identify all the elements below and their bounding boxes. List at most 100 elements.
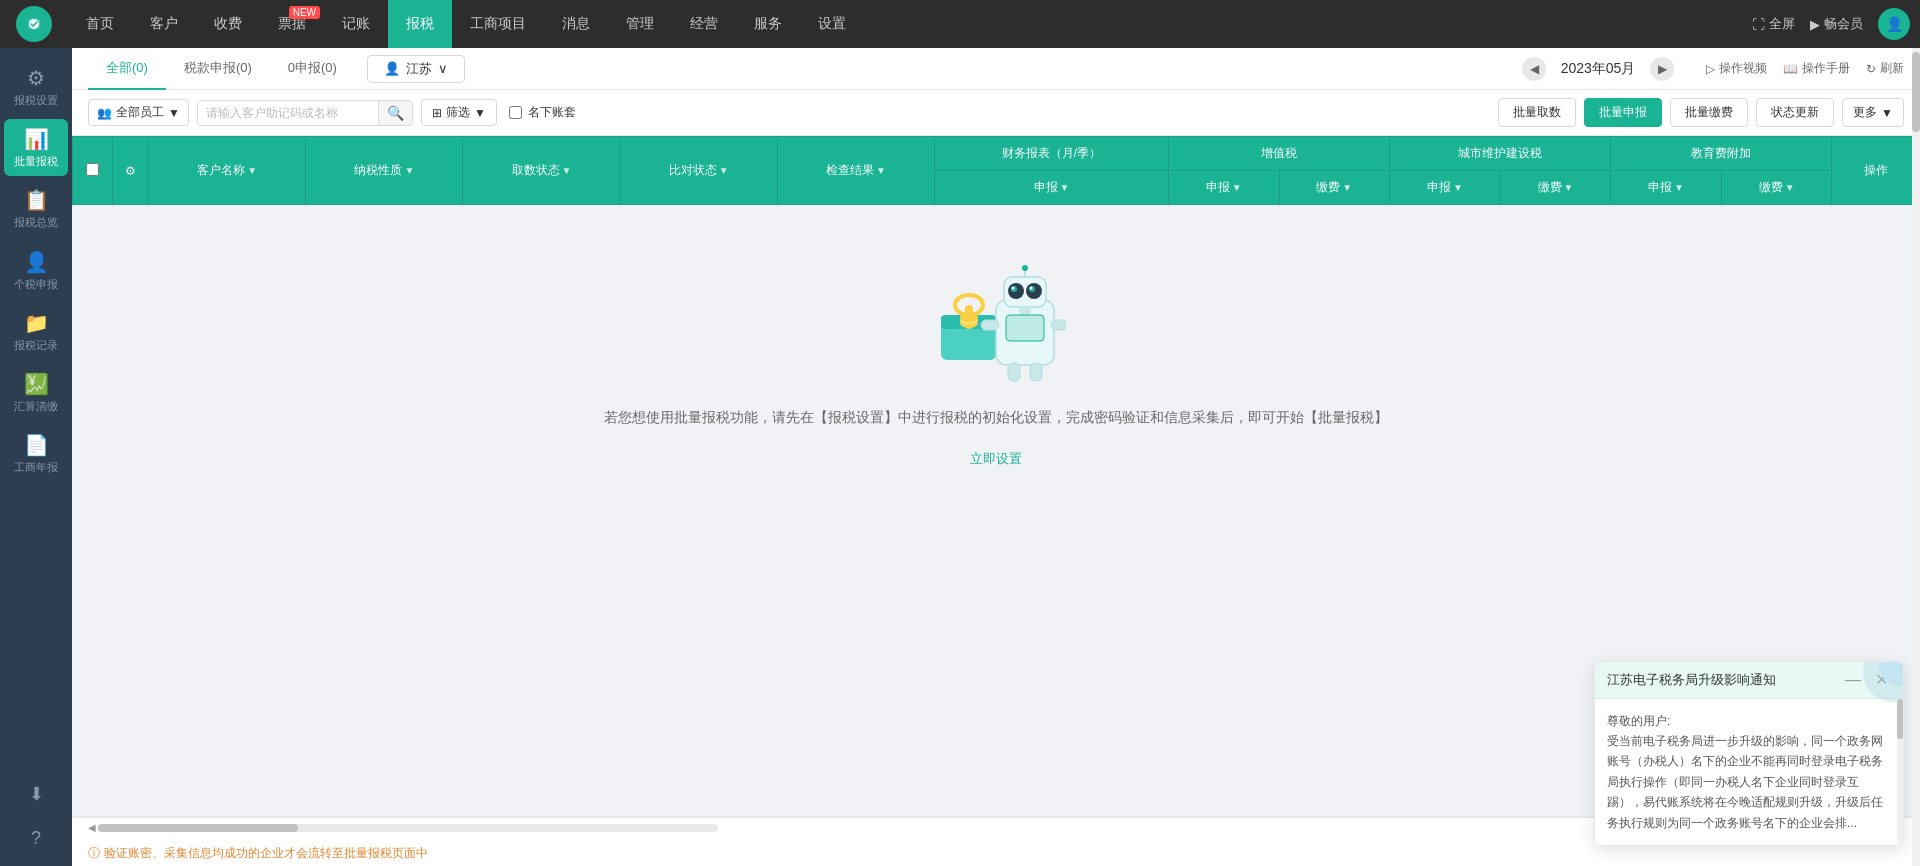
sidebar-label-tax-settings: 报税设置 [14, 94, 58, 107]
client-name-filter[interactable]: 客户名称 ▼ [197, 162, 257, 179]
th-edu-pay: 缴费 ▼ [1721, 171, 1832, 205]
fetch-status-filter[interactable]: 取数状态 ▼ [512, 162, 572, 179]
tax-type-filter[interactable]: 纳税性质 ▼ [354, 162, 414, 179]
sidebar-item-batch-tax[interactable]: 📊 批量报税 [4, 119, 68, 176]
h-scroll-thumb [98, 824, 298, 832]
th-tax-type: 纳税性质 ▼ [306, 137, 463, 205]
app-logo[interactable] [10, 0, 58, 48]
tab-tax-declare[interactable]: 税款申报(0) [166, 48, 270, 90]
notification-popup: 江苏电子税务局升级影响通知 — ✕ 尊敬的用户: 受当前电子税务局进一步升级的影… [1594, 661, 1904, 846]
th-vat-pay: 缴费 ▼ [1279, 171, 1390, 205]
sidebar-help-icon[interactable]: ? [18, 820, 54, 856]
robot-illustration [926, 265, 1066, 385]
filter-arrow-icon: ▼ [1785, 182, 1795, 193]
nav-operate[interactable]: 经营 [672, 0, 736, 48]
fullscreen-button[interactable]: ⛶ 全屏 [1752, 15, 1795, 33]
batch-declare-button[interactable]: 批量申报 [1584, 98, 1662, 127]
sidebar-item-settlement[interactable]: 💹 汇算清缴 [4, 364, 68, 421]
nav-accounting[interactable]: 记账 [324, 0, 388, 48]
svg-point-17 [1030, 287, 1033, 290]
prev-month-button[interactable]: ◀ [1522, 57, 1546, 81]
nav-home[interactable]: 首页 [68, 0, 132, 48]
vat-pay-filter[interactable]: 缴费 ▼ [1316, 179, 1352, 196]
operation-manual-link[interactable]: 📖 操作手册 [1783, 60, 1850, 77]
sidebar: ⚙ 报税设置 📊 批量报税 📋 报税总览 👤 个税申报 📁 报税记录 💹 汇算清… [0, 48, 72, 866]
user-avatar[interactable]: 👤 [1878, 8, 1910, 40]
sidebar-label-settlement: 汇算清缴 [14, 400, 58, 413]
filter-arrow-icon: ▼ [562, 165, 572, 176]
personal-tax-icon: 👤 [24, 250, 49, 274]
notif-scrollbar[interactable] [1897, 699, 1903, 845]
current-month: 2023年05月 [1558, 60, 1638, 78]
tax-settings-icon: ⚙ [27, 66, 45, 90]
page-scroll-thumb [1912, 52, 1920, 132]
account-set-checkbox-label[interactable]: 名下账套 [509, 104, 576, 121]
sidebar-bottom: ⬇ ? [18, 776, 54, 856]
refresh-button[interactable]: ↻ 刷新 [1866, 60, 1904, 77]
h-scroll-track[interactable] [98, 824, 718, 832]
nav-billing[interactable]: 收费 [196, 0, 260, 48]
search-button[interactable]: 🔍 [378, 101, 412, 125]
nav-right-actions: ⛶ 全屏 ▶ 畅会员 👤 [1752, 8, 1910, 40]
nav-menu: 首页 客户 收费 票据 NEW 记账 报税 工商项目 消息 管理 经营 服务 设… [68, 0, 1752, 48]
search-input[interactable] [198, 102, 378, 124]
tab-all-count: 0 [136, 60, 143, 75]
more-button[interactable]: 更多 ▼ [1842, 98, 1904, 127]
account-set-checkbox[interactable] [509, 106, 522, 119]
sidebar-label-personal-tax: 个税申报 [14, 278, 58, 291]
th-urban-pay: 缴费 ▼ [1500, 171, 1611, 205]
status-update-button[interactable]: 状态更新 [1756, 98, 1834, 127]
nav-manage[interactable]: 管理 [608, 0, 672, 48]
tab-zero-declare[interactable]: 0申报(0) [270, 48, 355, 90]
filter-arrow-icon: ▼ [1453, 182, 1463, 193]
edu-declare-filter[interactable]: 申报 ▼ [1648, 179, 1684, 196]
search-wrapper: 🔍 [197, 100, 413, 126]
th-urban-declare: 申报 ▼ [1390, 171, 1501, 205]
nav-client[interactable]: 客户 [132, 0, 196, 48]
check-result-filter[interactable]: 检查结果 ▼ [826, 162, 886, 179]
th-financial-report: 财务报表（月/季） [935, 137, 1169, 171]
urban-pay-filter[interactable]: 缴费 ▼ [1538, 179, 1574, 196]
settlement-icon: 💹 [24, 372, 49, 396]
setup-link[interactable]: 立即设置 [970, 450, 1022, 468]
vat-declare-filter[interactable]: 申报 ▼ [1206, 179, 1242, 196]
region-selector[interactable]: 👤 江苏 ∨ [367, 55, 465, 83]
page-scrollbar[interactable] [1912, 48, 1920, 866]
filter-button[interactable]: ⊞ 筛选 ▼ [421, 99, 497, 126]
filter-arrow-icon: ▼ [404, 165, 414, 176]
compare-status-filter[interactable]: 比对状态 ▼ [669, 162, 729, 179]
batch-pay-button[interactable]: 批量缴费 [1670, 98, 1748, 127]
urban-declare-filter[interactable]: 申报 ▼ [1427, 179, 1463, 196]
nav-invoice[interactable]: 票据 NEW [260, 0, 324, 48]
th-operations: 操作 [1832, 137, 1920, 205]
gear-icon[interactable]: ⚙ [125, 164, 136, 178]
select-all-checkbox[interactable] [86, 163, 99, 176]
vip-button[interactable]: ▶ 畅会员 [1810, 15, 1863, 33]
empty-message: 若您想使用批量报税功能，请先在【报税设置】中进行报税的初始化设置，完成密码验证和… [604, 405, 1388, 430]
th-financial-declare: 申报 ▼ [935, 171, 1169, 205]
sidebar-download-icon[interactable]: ⬇ [18, 776, 54, 812]
batch-fetch-button[interactable]: 批量取数 [1498, 98, 1576, 127]
tab-all[interactable]: 全部(0) [88, 48, 166, 90]
filter-arrow-icon: ▼ [876, 165, 886, 176]
sidebar-item-annual-report[interactable]: 📄 工商年报 [4, 425, 68, 482]
annual-report-icon: 📄 [24, 433, 49, 457]
sidebar-item-tax-settings[interactable]: ⚙ 报税设置 [4, 58, 68, 115]
nav-bizwork[interactable]: 工商项目 [452, 0, 544, 48]
nav-message[interactable]: 消息 [544, 0, 608, 48]
nav-tax[interactable]: 报税 [388, 0, 452, 48]
sidebar-item-tax-summary[interactable]: 📋 报税总览 [4, 180, 68, 237]
th-gear: ⚙ [113, 137, 149, 205]
sidebar-item-tax-records[interactable]: 📁 报税记录 [4, 303, 68, 360]
sidebar-item-personal-tax[interactable]: 👤 个税申报 [4, 242, 68, 299]
th-compare-status: 比对状态 ▼ [620, 137, 777, 205]
next-month-button[interactable]: ▶ [1650, 57, 1674, 81]
edu-pay-filter[interactable]: 缴费 ▼ [1759, 179, 1795, 196]
tab-right-actions: ▷ 操作视频 📖 操作手册 ↻ 刷新 [1706, 60, 1904, 77]
employee-selector[interactable]: 👥 全部员工 ▼ [88, 99, 189, 126]
financial-declare-filter[interactable]: 申报 ▼ [1034, 179, 1070, 196]
scroll-left-arrow[interactable]: ◀ [88, 822, 98, 833]
nav-settings[interactable]: 设置 [800, 0, 864, 48]
nav-service[interactable]: 服务 [736, 0, 800, 48]
operation-video-link[interactable]: ▷ 操作视频 [1706, 60, 1767, 77]
